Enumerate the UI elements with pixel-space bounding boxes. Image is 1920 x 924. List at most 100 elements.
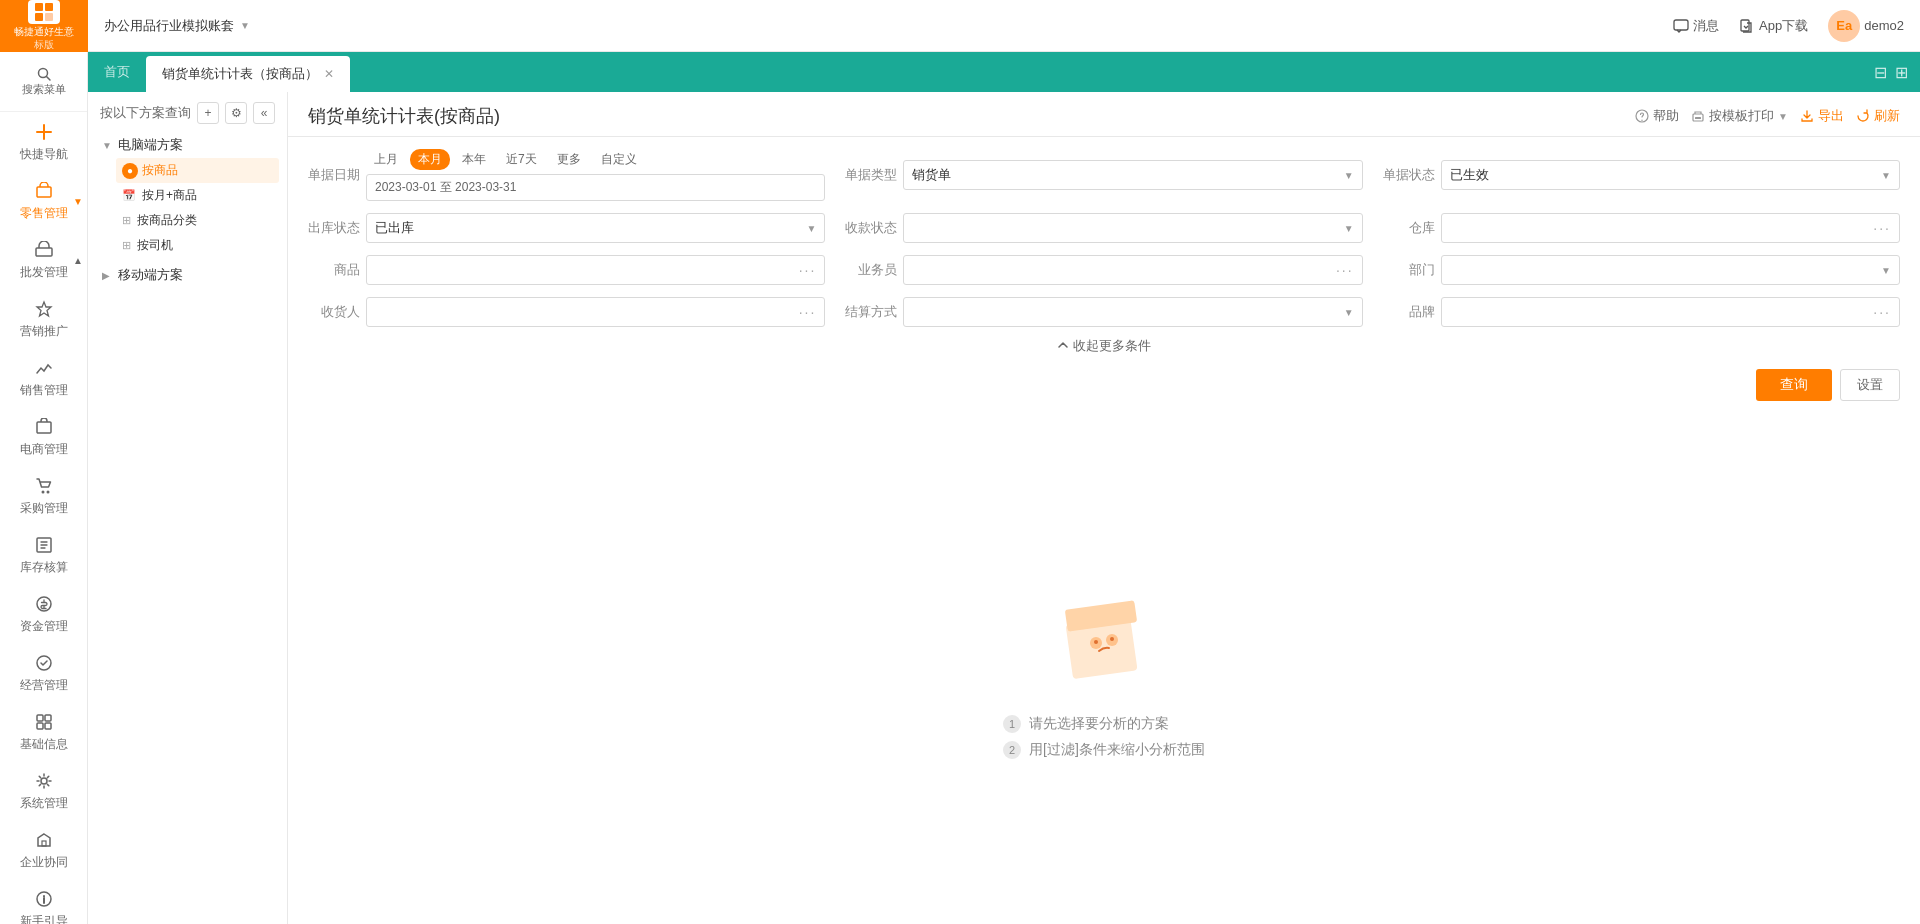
out-status-control[interactable]: 已出库 ▼ [366,213,825,243]
nav-wholesale[interactable]: 批发管理 ▲ [0,230,87,289]
doc-type-label: 单据类型 [845,166,897,184]
page-content: 按以下方案查询 + ⚙ « ▼ 电脑端方案 ● 按商品 [88,92,1920,924]
collapse-row[interactable]: 收起更多条件 [288,331,1920,361]
help-action[interactable]: 帮助 [1635,107,1679,125]
goods-control[interactable]: ··· [366,255,825,285]
export-icon [1800,109,1814,123]
tab-maximize-icon[interactable]: ⊞ [1895,63,1908,82]
date-tab-this-month[interactable]: 本月 [410,149,450,170]
main-content: 办公用品行业模拟账套 ▼ 消息 App下载 E [88,0,1920,924]
collapse-btn[interactable]: 收起更多条件 [1057,337,1151,355]
filter-dept: 部门 ▼ [1383,255,1900,285]
tree-item-category[interactable]: ⊞ 按商品分类 [116,208,279,233]
svg-rect-26 [1741,20,1749,31]
search-icon [36,66,52,82]
filter-staff: 业务员 ··· [845,255,1362,285]
tab-minimize-icon[interactable]: ⊟ [1874,63,1887,82]
nav-finance[interactable]: 资金管理 [0,584,87,643]
page-header: 销货单统计计表(按商品) 帮助 [288,92,1920,137]
app-download-btn[interactable]: App下载 [1739,17,1808,35]
panel-add-btn[interactable]: + [197,102,219,124]
page-header-actions: 帮助 按模板打印 ▼ [1635,107,1900,125]
nav-system[interactable]: 系统管理 [0,761,87,820]
message-btn[interactable]: 消息 [1673,17,1719,35]
nav-menu: 快捷导航 零售管理 ▼ 批发管理 ▲ [0,112,87,924]
tree-mobile-toggle: ▶ [102,270,114,281]
nav-sales[interactable]: 销售管理 [0,348,87,407]
tab-right-icons: ⊟ ⊞ [1874,63,1920,82]
payment-control[interactable]: ▼ [903,297,1362,327]
tab-bar: 首页 销货单统计计表（按商品） ✕ ⊟ ⊞ [88,52,1920,92]
payment-label: 结算方式 [845,303,897,321]
help-icon [1635,109,1649,123]
date-tab-more[interactable]: 更多 [549,149,589,170]
tree-item-month-goods[interactable]: 📅 按月+商品 [116,183,279,208]
panel-settings-btn[interactable]: ⚙ [225,102,247,124]
receiver-dots: ··· [799,304,817,320]
staff-dots: ··· [1336,262,1354,278]
nav-marketing[interactable]: 营销推广 [0,289,87,348]
refresh-action[interactable]: 刷新 [1856,107,1900,125]
svg-rect-1 [45,3,53,11]
doc-type-control[interactable]: 销货单 ▼ [903,160,1362,190]
out-status-arrow: ▼ [806,223,816,234]
svg-line-5 [46,77,50,81]
search-label: 搜索菜单 [22,82,66,97]
date-tab-this-year[interactable]: 本年 [454,149,494,170]
warehouse-dots: ··· [1873,220,1891,236]
tab-close-btn[interactable]: ✕ [324,67,334,81]
tree-mobile-section[interactable]: ▶ 移动端方案 [96,262,279,288]
warehouse-control[interactable]: ··· [1441,213,1900,243]
date-tab-custom[interactable]: 自定义 [593,149,645,170]
pay-status-control[interactable]: ▼ [903,213,1362,243]
svg-rect-0 [35,3,43,11]
nav-enterprise[interactable]: 企业协同 [0,820,87,879]
export-label: 导出 [1818,107,1844,125]
receiver-control[interactable]: ··· [366,297,825,327]
tree-item-driver[interactable]: ⊞ 按司机 [116,233,279,258]
print-action[interactable]: 按模板打印 ▼ [1691,107,1788,125]
nav-ecom[interactable]: 电商管理 [0,407,87,466]
svg-point-9 [41,491,44,494]
nav-operation[interactable]: 经营管理 [0,643,87,702]
tree-pc-section[interactable]: ▼ 电脑端方案 [96,132,279,158]
app-download-label: App下载 [1759,17,1808,35]
search-menu-item[interactable]: 搜索菜单 [0,60,87,103]
nav-purchase[interactable]: 采购管理 [0,466,87,525]
empty-svg [1044,575,1164,695]
industry-dropdown-icon[interactable]: ▼ [240,20,250,31]
sales-icon [32,356,56,380]
date-tab-7days[interactable]: 近7天 [498,149,545,170]
nav-inventory[interactable]: 库存核算 [0,525,87,584]
pay-status-arrow: ▼ [1344,223,1354,234]
nav-guide[interactable]: 新手引导 [0,879,87,924]
print-dropdown-icon[interactable]: ▼ [1778,111,1788,122]
nav-retail[interactable]: 零售管理 ▼ [0,171,87,230]
date-group: 上月 本月 本年 近7天 更多 自定义 2023-03-01 至 2023-03… [366,149,825,201]
date-tab-last-month[interactable]: 上月 [366,149,406,170]
settings-button[interactable]: 设置 [1840,369,1900,401]
doc-status-control[interactable]: 已生效 ▼ [1441,160,1900,190]
tree-pc-toggle: ▼ [102,140,114,151]
out-status-label: 出库状态 [308,219,360,237]
tab-home[interactable]: 首页 [88,52,146,92]
nav-wholesale-label: 批发管理 [20,264,68,281]
filter-payment: 结算方式 ▼ [845,297,1362,327]
nav-quick[interactable]: 快捷导航 [0,112,87,171]
svg-rect-29 [1695,117,1701,119]
query-button[interactable]: 查询 [1756,369,1832,401]
date-range-input[interactable]: 2023-03-01 至 2023-03-31 [366,174,825,201]
tab-current[interactable]: 销货单统计计表（按商品） ✕ [146,56,350,92]
nav-basic[interactable]: 基础信息 [0,702,87,761]
tab-current-label: 销货单统计计表（按商品） [162,65,318,83]
export-action[interactable]: 导出 [1800,107,1844,125]
tree-item-month-goods-label: 按月+商品 [142,187,197,204]
logo-icon [28,0,60,24]
panel-collapse-btn[interactable]: « [253,102,275,124]
staff-control[interactable]: ··· [903,255,1362,285]
user-avatar-btn[interactable]: Ea demo2 [1828,10,1904,42]
tree-item-goods[interactable]: ● 按商品 [116,158,279,183]
brand-control[interactable]: ··· [1441,297,1900,327]
app-logo[interactable]: 畅捷通好生意 标版 [0,0,88,52]
dept-control[interactable]: ▼ [1441,255,1900,285]
